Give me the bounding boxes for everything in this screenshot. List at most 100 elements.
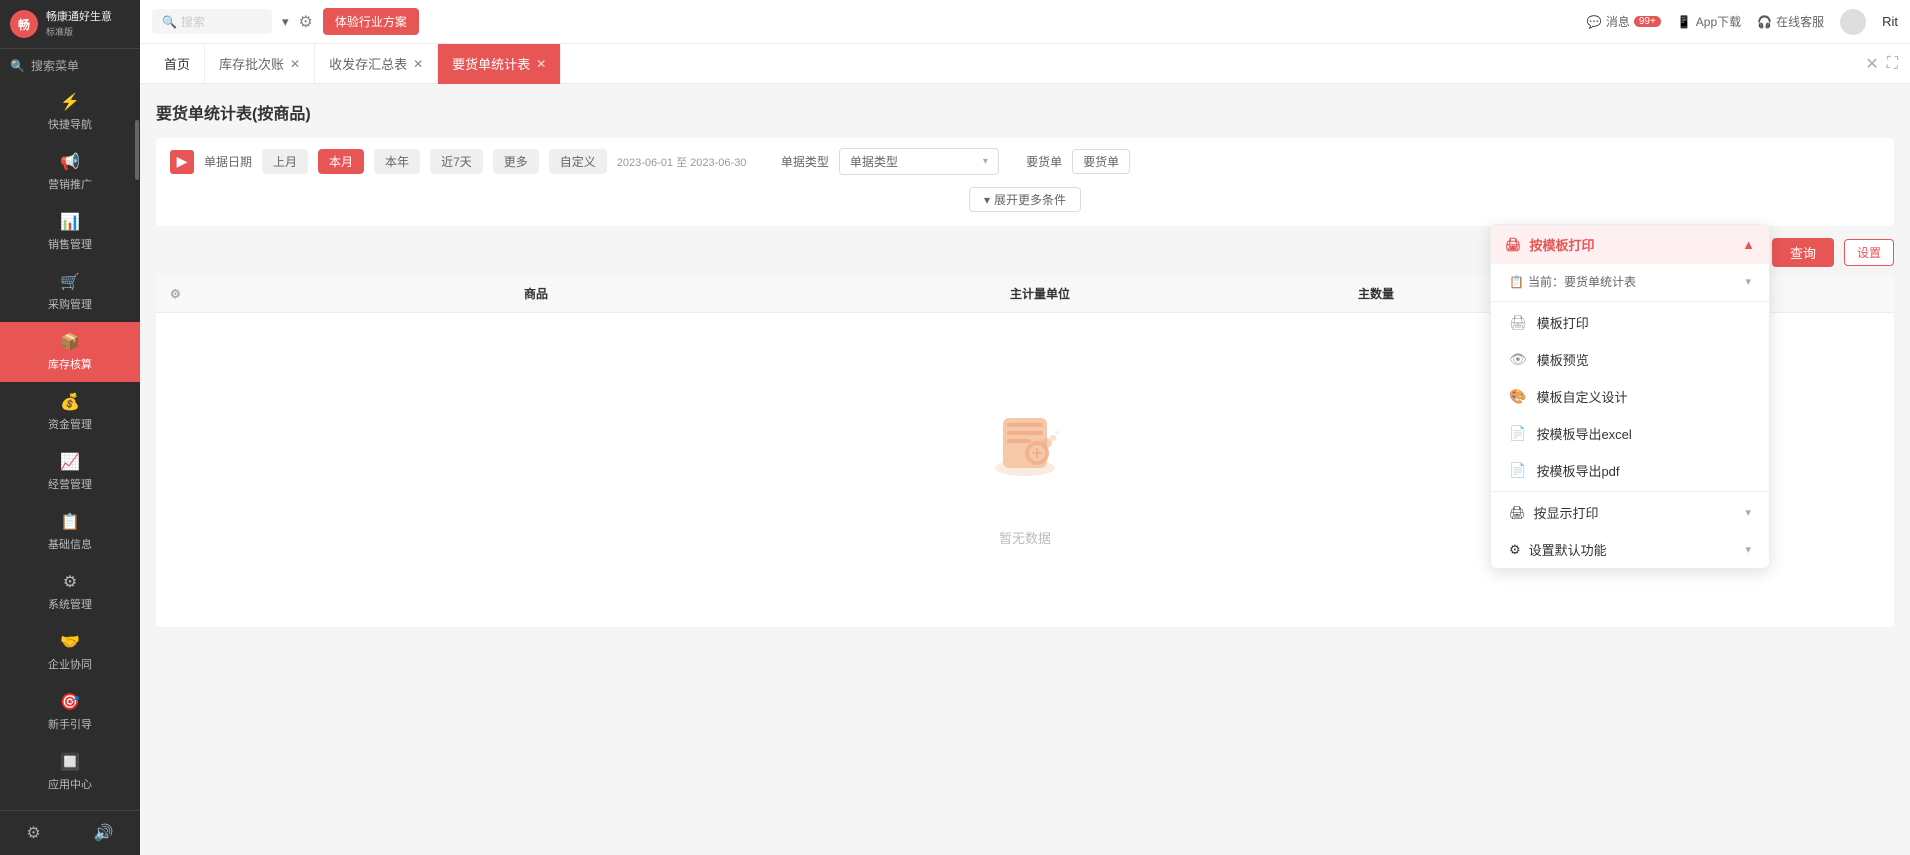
sidebar-item-system[interactable]: ⚙ 系统管理 — [0, 562, 140, 622]
sidebar-settings-icon[interactable]: ⚙ — [26, 823, 40, 843]
topbar-gear-icon[interactable]: ⚙ — [299, 12, 313, 32]
username-label: Rit — [1882, 14, 1898, 29]
sidebar-item-guide[interactable]: 🎯 新手引导 — [0, 682, 140, 742]
sidebar-item-app-center[interactable]: 🔲 应用中心 — [0, 742, 140, 802]
filter-bar: ▶ 单据日期 上月 本月 本年 近7天 更多 自定义 2023-06-01 至 … — [156, 138, 1894, 226]
sidebar-item-label: 资金管理 — [48, 416, 92, 432]
print-dropdown-current[interactable]: 📋 当前：要货单统计表 ▾ — [1491, 264, 1769, 299]
tab-close-receipt-summary[interactable]: ✕ — [413, 57, 423, 71]
sidebar-bottom: ⚙ 🔊 — [0, 810, 140, 855]
tab-receipt-summary[interactable]: 收发存汇总表 ✕ — [315, 44, 438, 84]
query-button[interactable]: 查询 — [1772, 238, 1834, 267]
basic-icon: 📋 — [60, 512, 80, 532]
template-print-label: 模板打印 — [1537, 313, 1589, 332]
date-btn-custom[interactable]: 自定义 — [549, 149, 607, 174]
marketing-icon: 📢 — [60, 152, 80, 172]
filter-row-date: ▶ 单据日期 上月 本月 本年 近7天 更多 自定义 2023-06-01 至 … — [170, 148, 1880, 175]
sidebar-item-label: 经营管理 — [48, 476, 92, 492]
print-dropdown-collapse-icon[interactable]: ▲ — [1742, 237, 1755, 252]
expand-icon: ▾ — [984, 193, 990, 207]
sidebar-item-label: 新手引导 — [48, 716, 92, 732]
date-btn-last-month[interactable]: 上月 — [262, 149, 308, 174]
print-dropdown-template-design[interactable]: 🎨 模板自定义设计 — [1491, 378, 1769, 415]
topbar-dropdown[interactable]: ▾ — [282, 14, 289, 30]
template-preview-icon: 👁 — [1509, 351, 1527, 368]
table-col-unit: 主计量单位 — [872, 285, 1208, 302]
sidebar-search[interactable]: 🔍 搜索菜单 — [0, 49, 140, 82]
trial-button[interactable]: 体验行业方案 — [323, 8, 419, 35]
sidebar-nav: ⚡ 快捷导航 📢 营销推广 📊 销售管理 🛒 采购管理 📦 库存核算 💰 资金管… — [0, 82, 140, 810]
goods-filter-label: 要货单 — [1026, 153, 1062, 170]
goods-filter-tag[interactable]: 要货单 — [1072, 149, 1130, 174]
sidebar-item-label: 库存核算 — [48, 356, 92, 372]
empty-text: 暂无数据 — [999, 528, 1051, 547]
online-service-button[interactable]: 🎧 在线客服 — [1757, 13, 1824, 30]
operation-icon: 📈 — [60, 452, 80, 472]
sidebar-item-finance[interactable]: 💰 资金管理 — [0, 382, 140, 442]
messages-button[interactable]: 💬 消息 99+ — [1587, 13, 1661, 30]
tab-close-inventory-batch[interactable]: ✕ — [290, 57, 300, 71]
purchase-icon: 🛒 — [60, 272, 80, 292]
date-btn-more[interactable]: 更多 — [493, 149, 539, 174]
date-btn-current-month[interactable]: 本月 — [318, 149, 364, 174]
topbar-search-box[interactable]: 🔍 搜索 — [152, 9, 272, 34]
divider-1 — [1491, 301, 1769, 302]
sidebar-item-label: 系统管理 — [48, 596, 92, 612]
print-dropdown-export-excel[interactable]: 📄 按模板导出excel — [1491, 415, 1769, 452]
page-title: 要货单统计表(按商品) — [156, 100, 1894, 124]
sidebar: 畅 畅康通好生意 标准版 🔍 搜索菜单 ⚡ 快捷导航 📢 营销推广 📊 销售管理… — [0, 0, 140, 855]
current-icon: 📋 — [1509, 275, 1524, 289]
date-btn-last-7-days[interactable]: 近7天 — [430, 149, 483, 174]
sidebar-item-marketing[interactable]: 📢 营销推广 — [0, 142, 140, 202]
topbar: 🔍 搜索 ▾ ⚙ 体验行业方案 💬 消息 99+ 📱 App下载 🎧 在线客服 — [140, 0, 1910, 44]
tab-home[interactable]: 首页 — [150, 44, 205, 84]
sidebar-item-quick-nav[interactable]: ⚡ 快捷导航 — [0, 82, 140, 142]
print-dropdown-title: 按模板打印 — [1530, 235, 1595, 254]
sidebar-item-sales[interactable]: 📊 销售管理 — [0, 202, 140, 262]
sidebar-item-enterprise-wechat[interactable]: 💬 企业微信 — [0, 802, 140, 810]
print-dropdown-default-function[interactable]: ⚙ 设置默认功能 ▾ — [1491, 531, 1769, 568]
sidebar-item-operation[interactable]: 📈 经营管理 — [0, 442, 140, 502]
print-dropdown-template-print[interactable]: 🖨 模板打印 — [1491, 304, 1769, 341]
print-dropdown-display-print[interactable]: 🖨 按显示打印 ▾ — [1491, 494, 1769, 531]
sidebar-item-label: 应用中心 — [48, 776, 92, 792]
filter-expand-row: ▾ 展开更多条件 — [170, 183, 1880, 216]
maximize-window-icon[interactable]: ⛶ — [1887, 55, 1898, 73]
sidebar-item-enterprise[interactable]: 🤝 企业协同 — [0, 622, 140, 682]
sidebar-item-label: 企业协同 — [48, 656, 92, 672]
sidebar-item-purchase[interactable]: 🛒 采购管理 — [0, 262, 140, 322]
sidebar-logo: 畅 畅康通好生意 标准版 — [0, 0, 140, 49]
chevron-down-icon: ▾ — [282, 14, 289, 30]
app-center-icon: 🔲 — [60, 752, 80, 772]
tab-order-stats[interactable]: 要货单统计表 ✕ — [438, 44, 561, 84]
table-col-gear[interactable]: ⚙ — [170, 287, 200, 301]
tab-close-order-stats[interactable]: ✕ — [536, 57, 546, 71]
date-btn-current-year[interactable]: 本年 — [374, 149, 420, 174]
enterprise-icon: 🤝 — [60, 632, 80, 652]
close-window-icon[interactable]: ✕ — [1865, 54, 1878, 74]
divider-2 — [1491, 491, 1769, 492]
tabbar: 首页 库存批次账 ✕ 收发存汇总表 ✕ 要货单统计表 ✕ ✕ ⛶ — [140, 44, 1910, 84]
logo-badge: 标准版 — [46, 25, 112, 38]
date-label: 单据日期 — [204, 153, 252, 170]
setting-button[interactable]: 设置 — [1844, 239, 1894, 266]
user-avatar[interactable] — [1840, 9, 1866, 35]
logo-text: 畅康通好生意 — [46, 10, 112, 24]
print-dropdown-template-preview[interactable]: 👁 模板预览 — [1491, 341, 1769, 378]
filter-expand-icon[interactable]: ▶ — [170, 150, 194, 174]
app-download-button[interactable]: 📱 App下载 — [1677, 13, 1741, 30]
print-dropdown-export-pdf[interactable]: 📄 按模板导出pdf — [1491, 452, 1769, 489]
current-label: 当前：要货单统计表 — [1528, 273, 1636, 290]
tab-window-controls: ✕ ⛶ — [1865, 54, 1910, 74]
order-type-select[interactable]: 单据类型 ▾ — [839, 148, 999, 175]
sidebar-item-basic[interactable]: 📋 基础信息 — [0, 502, 140, 562]
tab-inventory-batch[interactable]: 库存批次账 ✕ — [205, 44, 315, 84]
messages-icon: 💬 — [1587, 15, 1602, 29]
template-design-label: 模板自定义设计 — [1536, 387, 1627, 406]
sidebar-item-inventory[interactable]: 📦 库存核算 — [0, 322, 140, 382]
order-type-label: 单据类型 — [781, 153, 829, 170]
expand-more-conditions-btn[interactable]: ▾ 展开更多条件 — [969, 187, 1081, 212]
sidebar-sound-icon[interactable]: 🔊 — [94, 823, 114, 843]
order-type-arrow-icon: ▾ — [983, 156, 988, 167]
finance-icon: 💰 — [60, 392, 80, 412]
